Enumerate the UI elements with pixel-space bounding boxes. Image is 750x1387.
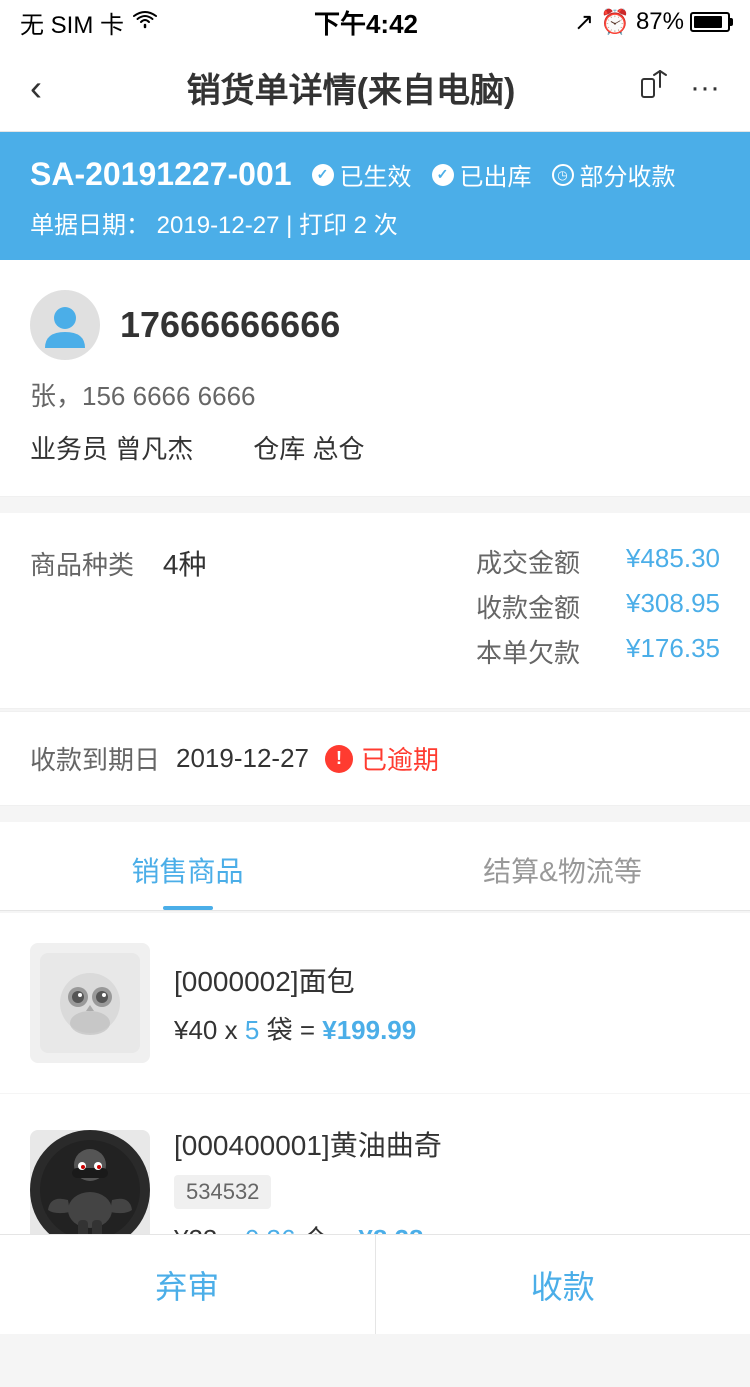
stats-section: 商品种类 4种 成交金额 ¥485.30 收款金额 ¥308.95 本单欠款 ¥…	[0, 513, 750, 709]
owed-amount-row: 本单欠款 ¥176.35	[476, 633, 720, 670]
wifi-icon	[132, 8, 158, 36]
price-eq-1: =	[300, 1015, 322, 1045]
customer-name: 17666666666	[120, 304, 340, 346]
product-type: 商品种类 4种	[30, 543, 207, 583]
status-badge-3: ◷ 部分收款	[552, 157, 676, 192]
order-date-row: 单据日期： 2019-12-27 | 打印 2 次	[30, 205, 720, 240]
clock-icon: ◷	[552, 164, 574, 186]
product-sku-2: 534532	[174, 1175, 271, 1209]
status-left: 无 SIM 卡	[20, 5, 158, 40]
deal-amount-row: 成交金额 ¥485.30	[476, 543, 720, 580]
customer-meta: 业务员 曾凡杰 仓库 总仓	[30, 429, 720, 466]
status-time: 下午4:42	[314, 4, 418, 41]
overdue-icon: !	[325, 745, 353, 773]
stats-row: 商品种类 4种 成交金额 ¥485.30 收款金额 ¥308.95 本单欠款 ¥…	[30, 543, 720, 678]
due-date-value: 2019-12-27	[176, 743, 309, 774]
product-total-1: ¥199.99	[322, 1015, 416, 1045]
carrier-label: 无 SIM 卡	[20, 5, 124, 40]
battery-percent: 87%	[636, 8, 684, 36]
product-name-2: [000400001]黄油曲奇	[174, 1124, 720, 1164]
product-info-1: [0000002]面包 ¥40 x 5 袋 = ¥199.99	[174, 960, 720, 1047]
cancel-button[interactable]: 弃审	[0, 1235, 376, 1334]
order-header-banner: SA-20191227-001 ✓ 已生效 ✓ 已出库 ◷ 部分收款 单据日期：…	[0, 132, 750, 260]
bottom-bar: 弃审 收款	[0, 1234, 750, 1334]
status-bar: 无 SIM 卡 下午4:42 ↗ ⏰ 87%	[0, 0, 750, 44]
overdue-label: 已逾期	[361, 740, 439, 777]
due-label: 收款到期日	[30, 740, 160, 777]
check-icon-2: ✓	[432, 164, 454, 186]
owed-amount-value: ¥176.35	[600, 633, 720, 670]
customer-sub: 张，156 6666 6666	[30, 376, 720, 413]
page-title: 销货单详情(来自电脑)	[62, 63, 640, 112]
back-button[interactable]: ‹	[30, 67, 62, 109]
sales-info: 业务员 曾凡杰	[30, 429, 193, 466]
received-amount-row: 收款金额 ¥308.95	[476, 588, 720, 625]
customer-section: 17666666666 张，156 6666 6666 业务员 曾凡杰 仓库 总…	[0, 260, 750, 497]
customer-row: 17666666666	[30, 290, 720, 360]
battery-icon	[690, 12, 730, 32]
product-type-value: 4种	[163, 549, 207, 580]
deal-amount-value: ¥485.30	[600, 543, 720, 580]
received-amount-label: 收款金额	[476, 588, 580, 625]
more-button[interactable]: ···	[690, 71, 720, 105]
avatar	[30, 290, 100, 360]
warehouse-name: 总仓	[313, 434, 365, 464]
warehouse-info: 仓库 总仓	[253, 429, 364, 466]
product-unit-1: 袋	[267, 1015, 293, 1045]
status-badge-2: ✓ 已出库	[432, 157, 532, 192]
order-id: SA-20191227-001	[30, 156, 292, 193]
nav-bar: ‹ 销货单详情(来自电脑) ···	[0, 44, 750, 132]
tab-products[interactable]: 销售商品	[0, 822, 375, 910]
price-x-1: x	[225, 1015, 245, 1045]
nav-actions: ···	[640, 69, 720, 107]
share-button[interactable]	[640, 69, 670, 107]
product-type-label: 商品种类	[30, 550, 134, 580]
order-date: 2019-12-27	[157, 212, 280, 239]
sales-label: 业务员	[30, 434, 108, 464]
product-qty-1: 5	[245, 1015, 259, 1045]
owed-amount-label: 本单欠款	[476, 633, 580, 670]
tabs-bar: 销售商品 结算&物流等	[0, 822, 750, 911]
tabs-section: 销售商品 结算&物流等	[0, 806, 750, 1287]
date-label: 单据日期：	[30, 212, 150, 239]
price-base-1: ¥40	[174, 1015, 217, 1045]
status-badge-1: ✓ 已生效	[312, 157, 412, 192]
sales-value: 曾凡杰	[115, 434, 193, 464]
print-info: | 打印 2 次	[286, 212, 398, 239]
product-thumbnail-2: masked ninja	[30, 1130, 150, 1250]
check-icon-1: ✓	[312, 164, 334, 186]
deal-amount-label: 成交金额	[476, 543, 580, 580]
confirm-button[interactable]: 收款	[376, 1235, 750, 1334]
location-icon: ↗	[574, 8, 594, 37]
product-name-1: [0000002]面包	[174, 960, 720, 1000]
amount-stats: 成交金额 ¥485.30 收款金额 ¥308.95 本单欠款 ¥176.35	[476, 543, 720, 678]
tab-settlement[interactable]: 结算&物流等	[375, 822, 750, 910]
due-date-section: 收款到期日 2019-12-27 ! 已逾期	[0, 711, 750, 806]
warehouse-label: 仓库	[253, 434, 305, 464]
product-list: [0000002]面包 ¥40 x 5 袋 = ¥199.99	[0, 913, 750, 1287]
overdue-badge: ! 已逾期	[325, 740, 439, 777]
received-amount-value: ¥308.95	[600, 588, 720, 625]
product-thumbnail-1	[30, 943, 150, 1063]
product-price-1: ¥40 x 5 袋 = ¥199.99	[174, 1010, 720, 1047]
list-item: [0000002]面包 ¥40 x 5 袋 = ¥199.99	[0, 913, 750, 1094]
banner-row1: SA-20191227-001 ✓ 已生效 ✓ 已出库 ◷ 部分收款	[30, 156, 720, 193]
status-right: ↗ ⏰ 87%	[574, 8, 730, 37]
alarm-icon: ⏰	[600, 8, 630, 37]
